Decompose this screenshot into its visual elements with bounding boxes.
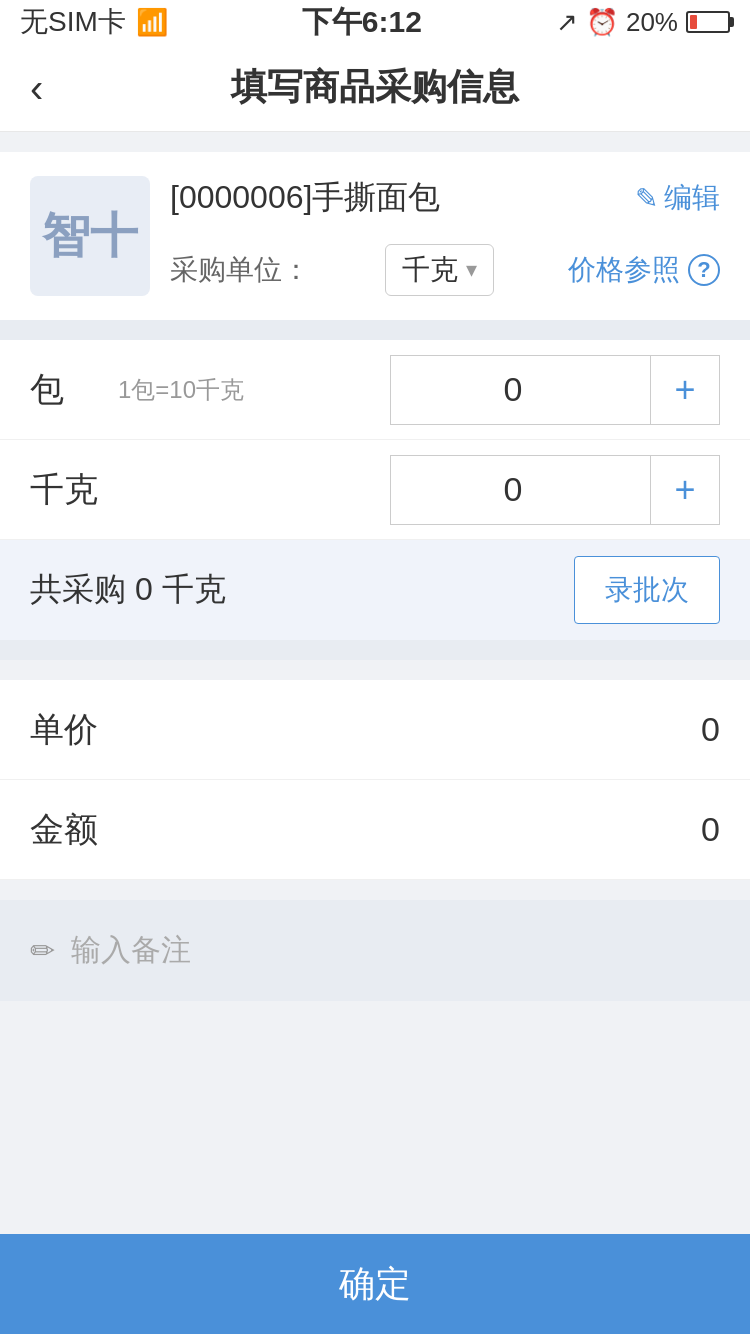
product-image: 智十 — [30, 176, 150, 296]
battery-percent: 20% — [626, 7, 678, 38]
kg-label: 千克 — [30, 467, 110, 513]
section-divider-2 — [0, 640, 750, 660]
section-divider-1 — [0, 320, 750, 340]
bag-input-right: + — [390, 355, 720, 425]
purchase-unit-row: 采购单位： 千克 ▾ 价格参照 ? — [170, 244, 720, 296]
amount-value: 0 — [701, 810, 720, 849]
product-card: 智十 [0000006]手撕面包 ✎ 编辑 采购单位： 千克 ▾ 价格参照 ? — [0, 152, 750, 320]
product-logo: 智十 — [42, 204, 138, 268]
bag-input[interactable] — [390, 355, 650, 425]
price-section: 单价 0 金额 0 — [0, 680, 750, 880]
unit-price-label: 单价 — [30, 707, 98, 753]
kg-input-row: 千克 + — [0, 440, 750, 540]
nav-bar: ‹ 填写商品采购信息 — [0, 44, 750, 132]
notes-placeholder: 输入备注 — [71, 930, 191, 971]
input-section: 包 1包=10千克 + 千克 + 共采购 0 千克 录批次 — [0, 340, 750, 640]
product-info: [0000006]手撕面包 ✎ 编辑 采购单位： 千克 ▾ 价格参照 ? — [170, 176, 720, 296]
back-button[interactable]: ‹ — [30, 68, 43, 108]
edit-button[interactable]: ✎ 编辑 — [635, 179, 720, 217]
alarm-icon: ⏰ — [586, 7, 618, 38]
total-row: 共采购 0 千克 录批次 — [0, 540, 750, 640]
chevron-down-icon: ▾ — [466, 257, 477, 283]
help-icon: ? — [688, 254, 720, 286]
status-bar: 无SIM卡 📶 下午6:12 ↗ ⏰ 20% — [0, 0, 750, 44]
price-ref-label: 价格参照 — [568, 251, 680, 289]
bag-sublabel: 1包=10千克 — [118, 374, 244, 406]
amount-label: 金额 — [30, 807, 98, 853]
pencil-icon: ✏ — [30, 933, 55, 968]
kg-input[interactable] — [390, 455, 650, 525]
amount-row: 金额 0 — [0, 780, 750, 880]
bag-label: 包 — [30, 367, 110, 413]
unit-price-value: 0 — [701, 710, 720, 749]
battery-icon — [686, 11, 730, 33]
edit-label: 编辑 — [664, 179, 720, 217]
price-ref-button[interactable]: 价格参照 ? — [568, 251, 720, 289]
wifi-icon: 📶 — [136, 7, 168, 38]
unit-dropdown[interactable]: 千克 ▾ — [385, 244, 494, 296]
unit-value: 千克 — [402, 251, 458, 289]
page-title: 填写商品采购信息 — [231, 63, 519, 112]
edit-icon: ✎ — [635, 182, 658, 215]
product-name-row: [0000006]手撕面包 ✎ 编辑 — [170, 176, 720, 220]
kg-input-right: + — [390, 455, 720, 525]
unit-price-row: 单价 0 — [0, 680, 750, 780]
location-icon: ↗ — [556, 7, 578, 38]
carrier-label: 无SIM卡 — [20, 3, 126, 41]
bag-plus-button[interactable]: + — [650, 355, 720, 425]
time-label: 下午6:12 — [302, 2, 422, 43]
product-name: [0000006]手撕面包 — [170, 176, 440, 220]
notes-section[interactable]: ✏ 输入备注 — [0, 900, 750, 1001]
purchase-unit-label: 采购单位： — [170, 251, 310, 289]
total-label: 共采购 0 千克 — [30, 568, 226, 612]
kg-plus-button[interactable]: + — [650, 455, 720, 525]
status-left: 无SIM卡 📶 — [20, 3, 168, 41]
confirm-button[interactable]: 确定 — [0, 1234, 750, 1334]
bag-input-row: 包 1包=10千克 + — [0, 340, 750, 440]
record-batch-button[interactable]: 录批次 — [574, 556, 720, 624]
status-right: ↗ ⏰ 20% — [556, 7, 730, 38]
